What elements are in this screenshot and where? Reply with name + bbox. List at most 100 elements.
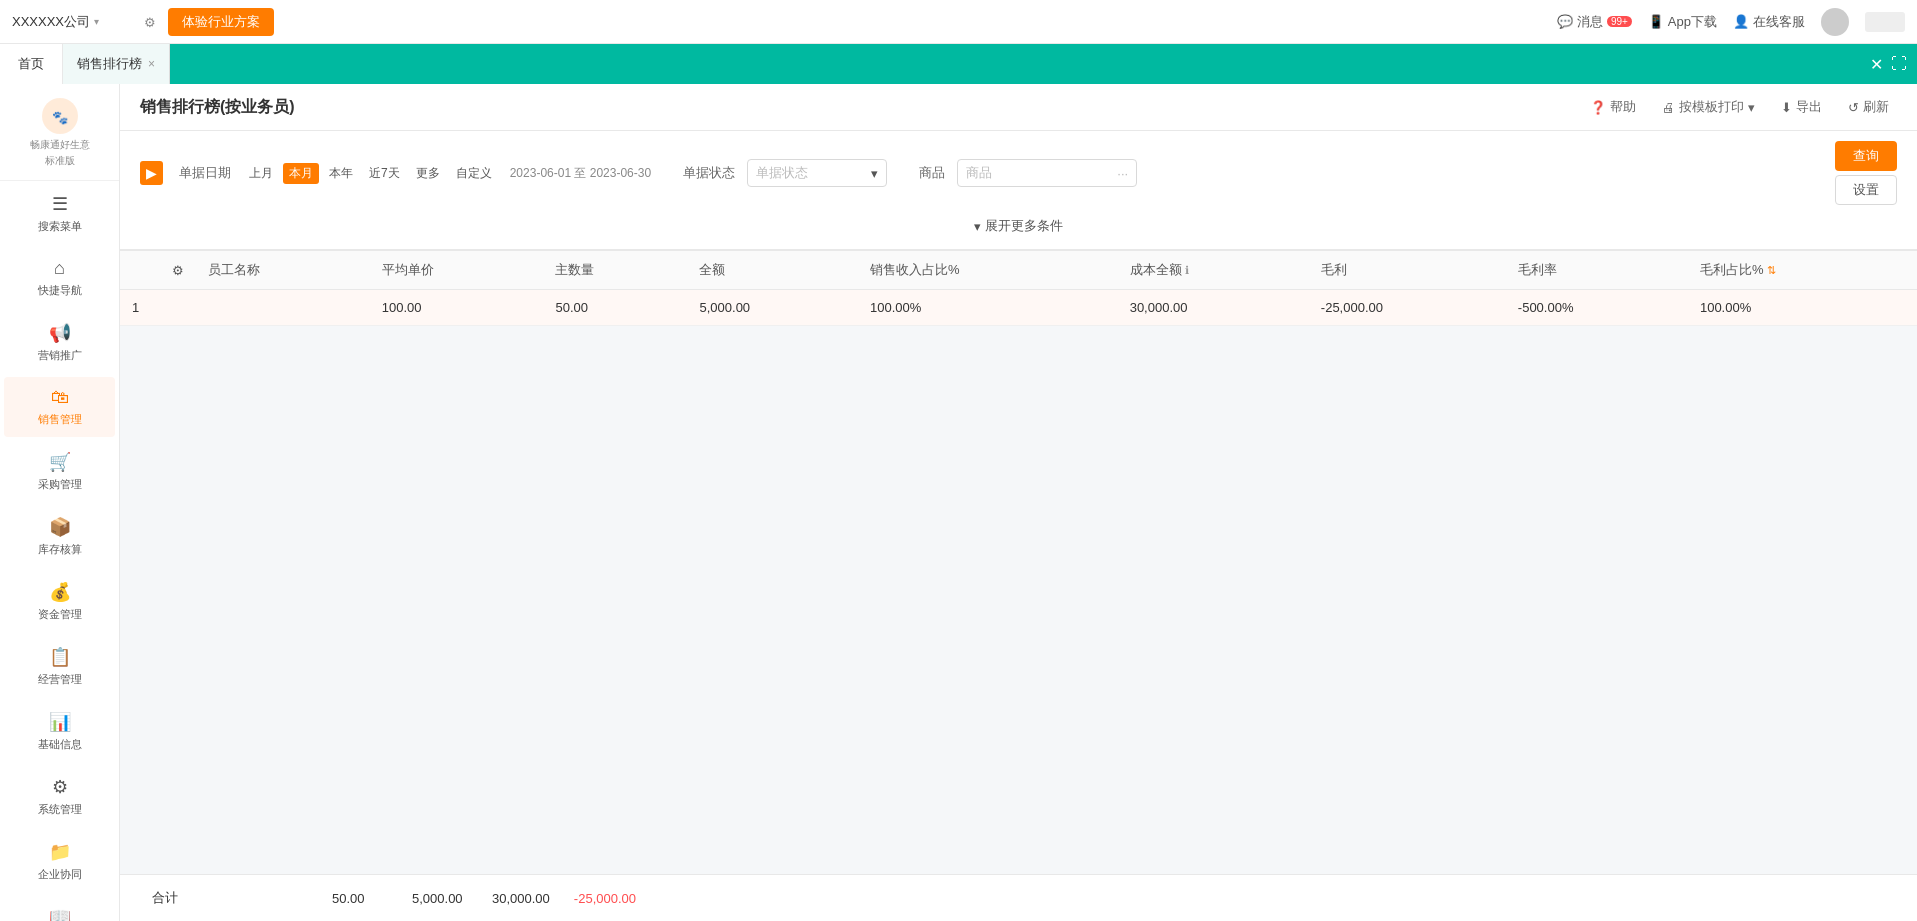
company-name: XXXXXX公司	[12, 13, 90, 31]
home-icon: ⌂	[54, 258, 65, 279]
table-header-row: ⚙ 员工名称 平均单价 主数量 全额 销售收入占比% 成本全额 ℹ 毛利 毛利率	[120, 251, 1917, 290]
app-download-button[interactable]: 📱 App下载	[1648, 13, 1717, 31]
message-button[interactable]: 💬 消息 99+	[1557, 13, 1632, 31]
chevron-down-icon: ▾	[974, 219, 981, 234]
app-logo: 🐾	[40, 96, 80, 136]
expand-conditions-button[interactable]: ▾ 展开更多条件	[966, 213, 1071, 239]
tab-home[interactable]: 首页	[0, 44, 63, 84]
refresh-button[interactable]: ↺ 刷新	[1840, 94, 1897, 120]
sidebar-item-inventory[interactable]: 📦 库存核算	[4, 506, 115, 567]
sidebar-item-nav[interactable]: ⌂ 快捷导航	[4, 248, 115, 308]
help-button[interactable]: ❓ 帮助	[1582, 94, 1644, 120]
filter-row-1: ▶ 单据日期 上月 本月 本年 近7天 更多 自定义 2023-06-01 至 …	[140, 141, 1897, 205]
settings-button[interactable]: ⚙	[140, 9, 160, 35]
sidebar-item-search[interactable]: ☰ 搜索菜单	[4, 183, 115, 244]
date-buttons: 上月 本月 本年 近7天 更多 自定义	[243, 163, 498, 184]
query-button[interactable]: 查询	[1835, 141, 1897, 171]
user-avatar[interactable]	[1821, 8, 1849, 36]
col-settings[interactable]: ⚙	[160, 251, 196, 290]
col-qty: 主数量	[543, 251, 687, 290]
date-btn-7days[interactable]: 近7天	[363, 163, 406, 184]
help-icon: ❓	[1590, 100, 1606, 115]
inventory-icon: 📦	[49, 516, 71, 538]
date-btn-last-month[interactable]: 上月	[243, 163, 279, 184]
more-icon: ···	[1117, 166, 1128, 181]
cell-name	[196, 290, 370, 326]
basic-icon: 📊	[49, 711, 71, 733]
trial-button[interactable]: 体验行业方案	[168, 8, 274, 36]
filter-row-2: ▾ 展开更多条件	[140, 213, 1897, 239]
footer-cost: 30,000.00	[480, 885, 562, 912]
logo-area: 🐾 畅康通好生意 标准版	[0, 84, 119, 181]
app-icon: 📱	[1648, 14, 1664, 29]
sidebar-item-system[interactable]: ⚙ 系统管理	[4, 766, 115, 827]
cell-amount: 5,000.00	[687, 290, 858, 326]
export-button[interactable]: ⬇ 导出	[1773, 94, 1830, 120]
system-icon: ⚙	[52, 776, 68, 798]
filter-settings-button[interactable]: 设置	[1835, 175, 1897, 205]
col-amount: 全额	[687, 251, 858, 290]
page-title: 销售排行榜(按业务员)	[140, 97, 295, 118]
profit-pct-sort-icon[interactable]: ⇅	[1767, 264, 1776, 276]
service-icon: 👤	[1733, 14, 1749, 29]
filter-toggle-icon[interactable]: ▶	[140, 161, 163, 185]
data-table: ⚙ 员工名称 平均单价 主数量 全额 销售收入占比% 成本全额 ℹ 毛利 毛利率	[120, 250, 1917, 326]
col-avg-price: 平均单价	[370, 251, 544, 290]
cost-info-icon[interactable]: ℹ	[1185, 264, 1189, 276]
col-sales-pct: 销售收入占比%	[858, 251, 1118, 290]
marketing-icon: 📢	[49, 322, 71, 344]
col-profit-pct: 毛利占比% ⇅	[1688, 251, 1917, 290]
sidebar-item-finance[interactable]: 💰 资金管理	[4, 571, 115, 632]
footer-profit: -25,000.00	[562, 885, 648, 912]
status-select[interactable]: 单据状态 ▾	[747, 159, 887, 187]
footer-qty: 50.00	[320, 885, 400, 912]
online-service-button[interactable]: 👤 在线客服	[1733, 13, 1805, 31]
cell-profit-rate: -500.00%	[1506, 290, 1688, 326]
footer-amount: 5,000.00	[400, 885, 480, 912]
tab-sales-ranking[interactable]: 销售排行榜 ×	[63, 44, 170, 84]
message-icon: 💬	[1557, 14, 1573, 29]
user-name[interactable]	[1865, 12, 1905, 32]
operations-icon: 📋	[49, 646, 71, 668]
col-rank	[120, 251, 160, 290]
close-window-icon[interactable]: ✕	[1870, 55, 1883, 74]
status-label: 单据状态	[683, 164, 735, 182]
header-actions: ❓ 帮助 🖨 按模板打印 ▾ ⬇ 导出 ↺ 刷新	[1582, 94, 1897, 120]
sidebar-item-basic[interactable]: 📊 基础信息	[4, 701, 115, 762]
goods-input[interactable]: 商品 ···	[957, 159, 1137, 187]
tab-bar-actions: ✕ ⛶	[1870, 55, 1917, 74]
print-button[interactable]: 🖨 按模板打印 ▾	[1654, 94, 1763, 120]
page-header: 销售排行榜(按业务员) ❓ 帮助 🖨 按模板打印 ▾ ⬇ 导出 ↺ 刷新	[120, 84, 1917, 131]
print-chevron-icon: ▾	[1748, 100, 1755, 115]
collab-icon: 📁	[49, 841, 71, 863]
date-btn-more[interactable]: 更多	[410, 163, 446, 184]
cell-cost: 30,000.00	[1118, 290, 1309, 326]
company-selector[interactable]: XXXXXX公司 ▾	[12, 13, 132, 31]
sidebar-item-purchase[interactable]: 🛒 采购管理	[4, 441, 115, 502]
logo-subtitle: 畅康通好生意	[30, 138, 90, 152]
sidebar-item-sales[interactable]: 🛍 销售管理	[4, 377, 115, 437]
col-profit: 毛利	[1309, 251, 1506, 290]
sidebar-item-collab[interactable]: 📁 企业协同	[4, 831, 115, 892]
sidebar-item-marketing[interactable]: 📢 营销推广	[4, 312, 115, 373]
content-area: 销售排行榜(按业务员) ❓ 帮助 🖨 按模板打印 ▾ ⬇ 导出 ↺ 刷新	[120, 84, 1917, 921]
cell-settings	[160, 290, 196, 326]
col-name: 员工名称	[196, 251, 370, 290]
date-range-display: 2023-06-01 至 2023-06-30	[510, 165, 651, 182]
cell-avg-price: 100.00	[370, 290, 544, 326]
chevron-down-icon: ▾	[94, 16, 99, 27]
tab-bar: 首页 销售排行榜 × ✕ ⛶	[0, 44, 1917, 84]
sidebar-item-operations[interactable]: 📋 经营管理	[4, 636, 115, 697]
refresh-icon: ↺	[1848, 100, 1859, 115]
filter-collapse[interactable]: ▶	[140, 161, 163, 185]
date-btn-current-month[interactable]: 本月	[283, 163, 319, 184]
tab-close-icon[interactable]: ×	[148, 57, 155, 71]
guide-icon: 📖	[49, 906, 71, 921]
sales-icon: 🛍	[51, 387, 69, 408]
date-btn-custom[interactable]: 自定义	[450, 163, 498, 184]
sidebar-item-guide[interactable]: 📖 新手引导	[4, 896, 115, 921]
date-btn-current-year[interactable]: 本年	[323, 163, 359, 184]
maximize-icon[interactable]: ⛶	[1891, 55, 1907, 73]
logo-version: 标准版	[45, 154, 75, 168]
export-icon: ⬇	[1781, 100, 1792, 115]
